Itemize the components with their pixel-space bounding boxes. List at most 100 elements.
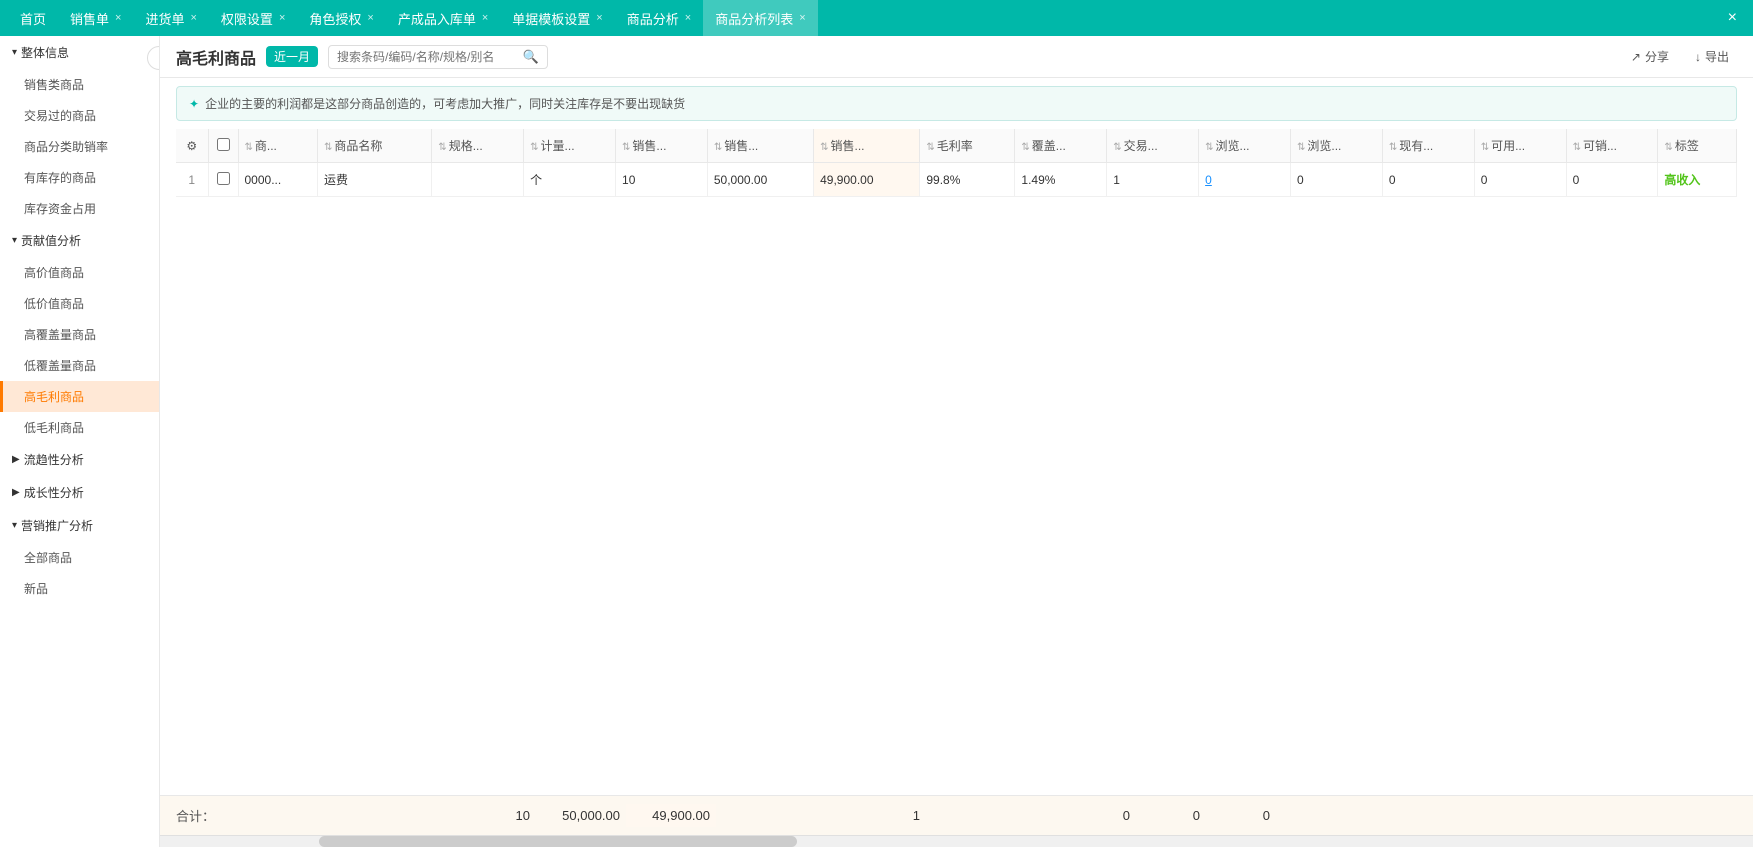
row-tag: 高收入	[1658, 163, 1737, 197]
scrollbar-thumb[interactable]	[319, 836, 797, 847]
main-layout: 《 ▾ 整体信息 销售类商品 交易过的商品 商品分类助销率 有库存的商品 库存资…	[0, 36, 1753, 847]
sidebar-item-in-stock[interactable]: 有库存的商品	[0, 162, 159, 193]
footer-gross-margin	[716, 804, 786, 827]
top-navigation: 首页 销售单 × 进货单 × 权限设置 × 角色授权 × 产成品入库单 × 单据…	[0, 0, 1753, 36]
info-bar: ✦ 企业的主要的利润都是这部分商品创造的，可考虑加大推广，同时关注库存是不要出现…	[176, 86, 1737, 121]
footer-sales-profit: 49,900.00	[626, 804, 716, 827]
nav-role[interactable]: 角色授权 ×	[297, 0, 385, 36]
nav-template[interactable]: 单据模板设置 ×	[500, 0, 614, 36]
settings-icon: ⚙	[186, 139, 197, 153]
col-sales-profit: ⇅销售...	[814, 129, 920, 163]
col-available-stock: ⇅可用...	[1474, 129, 1566, 163]
page-title: 高毛利商品	[176, 45, 256, 69]
content-area: 高毛利商品 近一月 🔍 ↗ 分享 ↓ 导出 ✦ 企业的主要的利润都是这部分商品创…	[160, 36, 1753, 847]
export-icon: ↓	[1695, 50, 1701, 64]
col-transaction: ⇅交易...	[1107, 129, 1199, 163]
footer-browse2	[996, 804, 1066, 827]
col-coverage: ⇅覆盖...	[1015, 129, 1107, 163]
nav-permission-close[interactable]: ×	[279, 12, 285, 24]
nav-purchase-close[interactable]: ×	[190, 12, 196, 24]
col-browse1: ⇅浏览...	[1199, 129, 1291, 163]
footer-sales-qty: 10	[476, 804, 536, 827]
section-arrow-trend: ▶	[12, 454, 20, 465]
col-settings[interactable]: ⚙	[176, 129, 208, 163]
sidebar-section-trend[interactable]: ▶ 流趋性分析	[0, 443, 159, 476]
search-box[interactable]: 🔍	[328, 45, 548, 69]
row-coverage: 1.49%	[1015, 163, 1107, 197]
row-sales-profit: 49,900.00	[814, 163, 920, 197]
row-spec	[432, 163, 524, 197]
row-sales-amount: 50,000.00	[707, 163, 813, 197]
footer-transaction: 1	[856, 804, 926, 827]
sidebar-section-growth[interactable]: ▶ 成长性分析	[0, 476, 159, 509]
nav-product-analysis-list[interactable]: 商品分析列表 ×	[703, 0, 817, 36]
row-browse2: 0	[1290, 163, 1382, 197]
table-container[interactable]: ⚙ ⇅商... ⇅商品名称 ⇅规格... ⇅计量... ⇅销售... ⇅销售..…	[160, 129, 1753, 795]
nav-product-analysis[interactable]: 商品分析 ×	[615, 0, 703, 36]
sidebar-item-sales-products[interactable]: 销售类商品	[0, 69, 159, 100]
row-num: 1	[176, 163, 208, 197]
nav-product-analysis-list-close[interactable]: ×	[799, 12, 805, 24]
nav-product-in[interactable]: 产成品入库单 ×	[386, 0, 500, 36]
content-header: 高毛利商品 近一月 🔍 ↗ 分享 ↓ 导出	[160, 36, 1753, 78]
col-checkbox[interactable]	[208, 129, 238, 163]
section-arrow-growth: ▶	[12, 487, 20, 498]
sidebar-section-overall[interactable]: ▾ 整体信息	[0, 36, 159, 69]
nav-sales-close[interactable]: ×	[115, 12, 121, 24]
col-gross-margin: ⇅毛利率	[920, 129, 1015, 163]
footer-current-stock: 0	[1066, 804, 1136, 827]
share-button[interactable]: ↗ 分享	[1623, 44, 1677, 69]
nav-role-close[interactable]: ×	[367, 12, 373, 24]
export-button[interactable]: ↓ 导出	[1687, 44, 1737, 69]
sidebar-section-marketing[interactable]: ▾ 营销推广分析	[0, 509, 159, 542]
sidebar-item-new-products[interactable]: 新品	[0, 573, 159, 604]
sidebar-item-high-margin[interactable]: 高毛利商品	[0, 381, 159, 412]
row-saleable-stock: 0	[1566, 163, 1658, 197]
footer-sales-amount: 50,000.00	[536, 804, 626, 827]
col-spec: ⇅规格...	[432, 129, 524, 163]
row-unit: 个	[524, 163, 616, 197]
sidebar-item-all-products[interactable]: 全部商品	[0, 542, 159, 573]
section-arrow-overall: ▾	[12, 47, 17, 58]
col-sales-amount: ⇅销售...	[707, 129, 813, 163]
sidebar-section-contribution[interactable]: ▾ 贡献值分析	[0, 224, 159, 257]
nav-template-close[interactable]: ×	[596, 12, 602, 24]
nav-product-in-close[interactable]: ×	[482, 12, 488, 24]
nav-product-analysis-close[interactable]: ×	[685, 12, 691, 24]
col-saleable-stock: ⇅可销...	[1566, 129, 1658, 163]
col-code: ⇅商...	[238, 129, 318, 163]
row-sales-qty: 10	[616, 163, 708, 197]
nav-sales[interactable]: 销售单 ×	[58, 0, 133, 36]
time-filter-badge[interactable]: 近一月	[266, 46, 318, 67]
data-table: ⚙ ⇅商... ⇅商品名称 ⇅规格... ⇅计量... ⇅销售... ⇅销售..…	[176, 129, 1737, 197]
sidebar-item-low-coverage[interactable]: 低覆盖量商品	[0, 350, 159, 381]
sidebar-item-high-coverage[interactable]: 高覆盖量商品	[0, 319, 159, 350]
row-current-stock: 0	[1382, 163, 1474, 197]
row-checkbox[interactable]	[217, 172, 230, 185]
footer-coverage	[786, 804, 856, 827]
sidebar-item-low-margin[interactable]: 低毛利商品	[0, 412, 159, 443]
row-checkbox-cell[interactable]	[208, 163, 238, 197]
sidebar-item-low-value[interactable]: 低价值商品	[0, 288, 159, 319]
search-icon[interactable]: 🔍	[523, 49, 539, 65]
horizontal-scrollbar[interactable]	[160, 835, 1753, 847]
select-all-checkbox[interactable]	[217, 138, 230, 151]
table-row: 1 0000... 运费 个 10 50,000.00 49,900.00 99…	[176, 163, 1737, 197]
search-input[interactable]	[337, 50, 523, 64]
nav-home[interactable]: 首页	[8, 0, 58, 36]
sidebar: 《 ▾ 整体信息 销售类商品 交易过的商品 商品分类助销率 有库存的商品 库存资…	[0, 36, 160, 847]
sidebar-item-stock-capital[interactable]: 库存资金占用	[0, 193, 159, 224]
nav-permission[interactable]: 权限设置 ×	[209, 0, 297, 36]
sidebar-item-category-rate[interactable]: 商品分类助销率	[0, 131, 159, 162]
nav-purchase[interactable]: 进货单 ×	[133, 0, 208, 36]
sidebar-item-traded-products[interactable]: 交易过的商品	[0, 100, 159, 131]
row-transaction: 1	[1107, 163, 1199, 197]
sidebar-item-high-value[interactable]: 高价值商品	[0, 257, 159, 288]
col-sales-qty: ⇅销售...	[616, 129, 708, 163]
col-name: ⇅商品名称	[318, 129, 432, 163]
row-browse1[interactable]: 0	[1199, 163, 1291, 197]
footer-total-bar: 合计： 10 50,000.00 49,900.00 1 0 0 0	[160, 795, 1753, 835]
nav-close-all[interactable]: ×	[1720, 9, 1745, 27]
row-available-stock: 0	[1474, 163, 1566, 197]
col-unit: ⇅计量...	[524, 129, 616, 163]
